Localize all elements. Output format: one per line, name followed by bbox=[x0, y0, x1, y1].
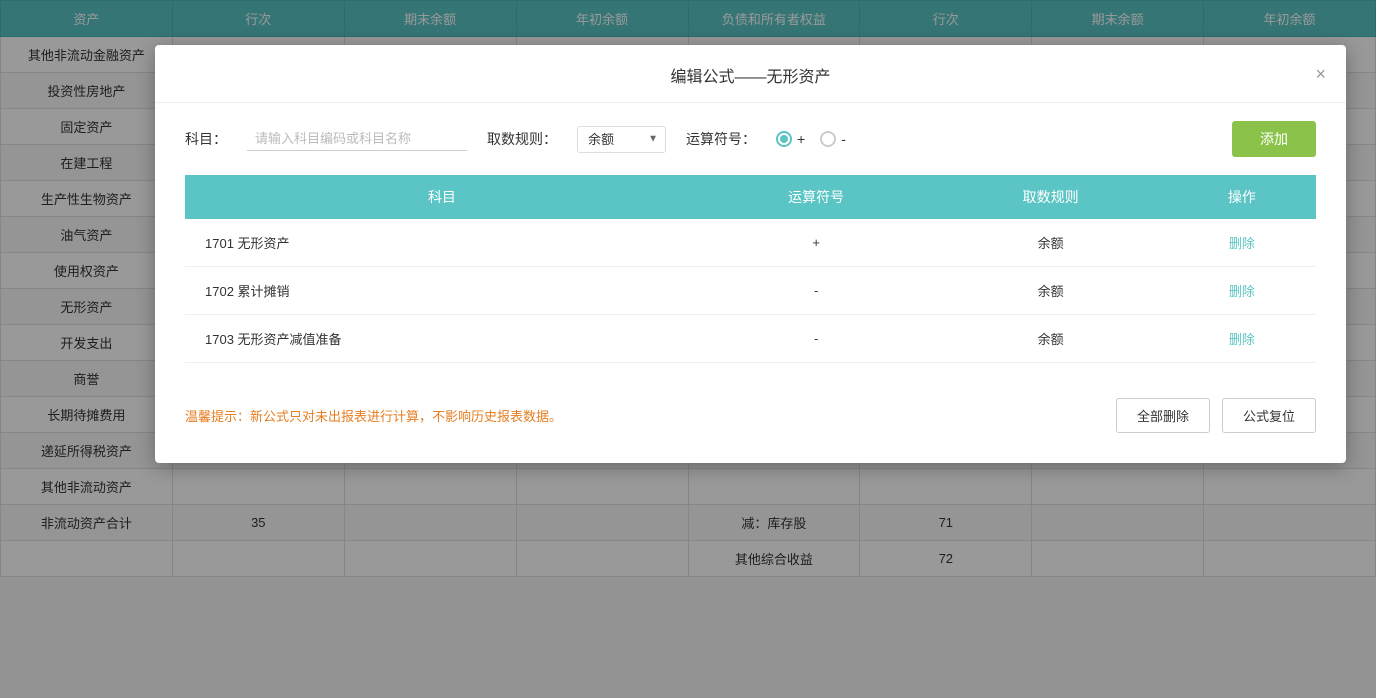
modal-table-header: 操作 bbox=[1168, 175, 1316, 219]
modal-footer: 温馨提示：新公式只对未出报表进行计算，不影响历史报表数据。 全部删除 公式复位 bbox=[155, 383, 1346, 433]
delete-all-button[interactable]: 全部删除 bbox=[1116, 398, 1210, 433]
warning-text: 温馨提示：新公式只对未出报表进行计算，不影响历史报表数据。 bbox=[185, 406, 562, 425]
delete-link[interactable]: 删除 bbox=[1229, 332, 1255, 347]
modal-table-header: 运算符号 bbox=[699, 175, 934, 219]
operator-label: 运算符号： bbox=[686, 129, 756, 149]
rule-select[interactable]: 余额 借方 贷方 借方累计 贷方累计 bbox=[577, 126, 666, 153]
subject-input[interactable] bbox=[247, 127, 467, 151]
modal-header: 编辑公式——无形资产 × bbox=[155, 45, 1346, 103]
table-row: 1703 无形资产减值准备-余额 删除 bbox=[185, 315, 1316, 363]
operator-cell: - bbox=[699, 315, 934, 363]
rule-label: 取数规则： bbox=[487, 129, 557, 149]
subject-cell: 1701 无形资产 bbox=[185, 219, 699, 267]
operator-plus-radio[interactable]: + bbox=[776, 131, 805, 147]
radio-plus-icon bbox=[776, 131, 792, 147]
modal-title: 编辑公式——无形资产 bbox=[670, 63, 830, 87]
operator-minus-radio[interactable]: - bbox=[820, 131, 846, 147]
subject-cell: 1703 无形资产减值准备 bbox=[185, 315, 699, 363]
operator-radio-group: + - bbox=[776, 131, 846, 147]
operator-plus-label: + bbox=[797, 131, 805, 147]
edit-formula-modal: 编辑公式——无形资产 × 科目： 取数规则： 余额 借方 贷方 借方累计 贷方累… bbox=[155, 45, 1346, 463]
add-button[interactable]: 添加 bbox=[1232, 121, 1316, 157]
modal-table-header: 取数规则 bbox=[933, 175, 1168, 219]
rule-cell: 余额 bbox=[933, 219, 1168, 267]
delete-link[interactable]: 删除 bbox=[1229, 236, 1255, 251]
formula-form: 科目： 取数规则： 余额 借方 贷方 借方累计 贷方累计 ▼ 运算符号： + - bbox=[155, 103, 1346, 175]
delete-link[interactable]: 删除 bbox=[1229, 284, 1255, 299]
radio-minus-icon bbox=[820, 131, 836, 147]
action-cell: 删除 bbox=[1168, 267, 1316, 315]
modal-close-button[interactable]: × bbox=[1315, 65, 1326, 83]
footer-buttons: 全部删除 公式复位 bbox=[1116, 398, 1316, 433]
table-row: 1701 无形资产+余额 删除 bbox=[185, 219, 1316, 267]
rule-cell: 余额 bbox=[933, 315, 1168, 363]
rule-select-container: 余额 借方 贷方 借方累计 贷方累计 ▼ bbox=[577, 126, 666, 153]
table-row: 1702 累计摊销-余额 删除 bbox=[185, 267, 1316, 315]
modal-table-header: 科目 bbox=[185, 175, 699, 219]
operator-cell: - bbox=[699, 267, 934, 315]
rule-cell: 余额 bbox=[933, 267, 1168, 315]
action-cell: 删除 bbox=[1168, 315, 1316, 363]
operator-cell: + bbox=[699, 219, 934, 267]
reset-formula-button[interactable]: 公式复位 bbox=[1222, 398, 1316, 433]
formula-table-wrapper: 科目运算符号取数规则操作 1701 无形资产+余额删除1702 累计摊销-余额删… bbox=[155, 175, 1346, 363]
action-cell: 删除 bbox=[1168, 219, 1316, 267]
subject-cell: 1702 累计摊销 bbox=[185, 267, 699, 315]
operator-minus-label: - bbox=[841, 131, 846, 147]
subject-label: 科目： bbox=[185, 129, 227, 149]
formula-table: 科目运算符号取数规则操作 1701 无形资产+余额删除1702 累计摊销-余额删… bbox=[185, 175, 1316, 363]
